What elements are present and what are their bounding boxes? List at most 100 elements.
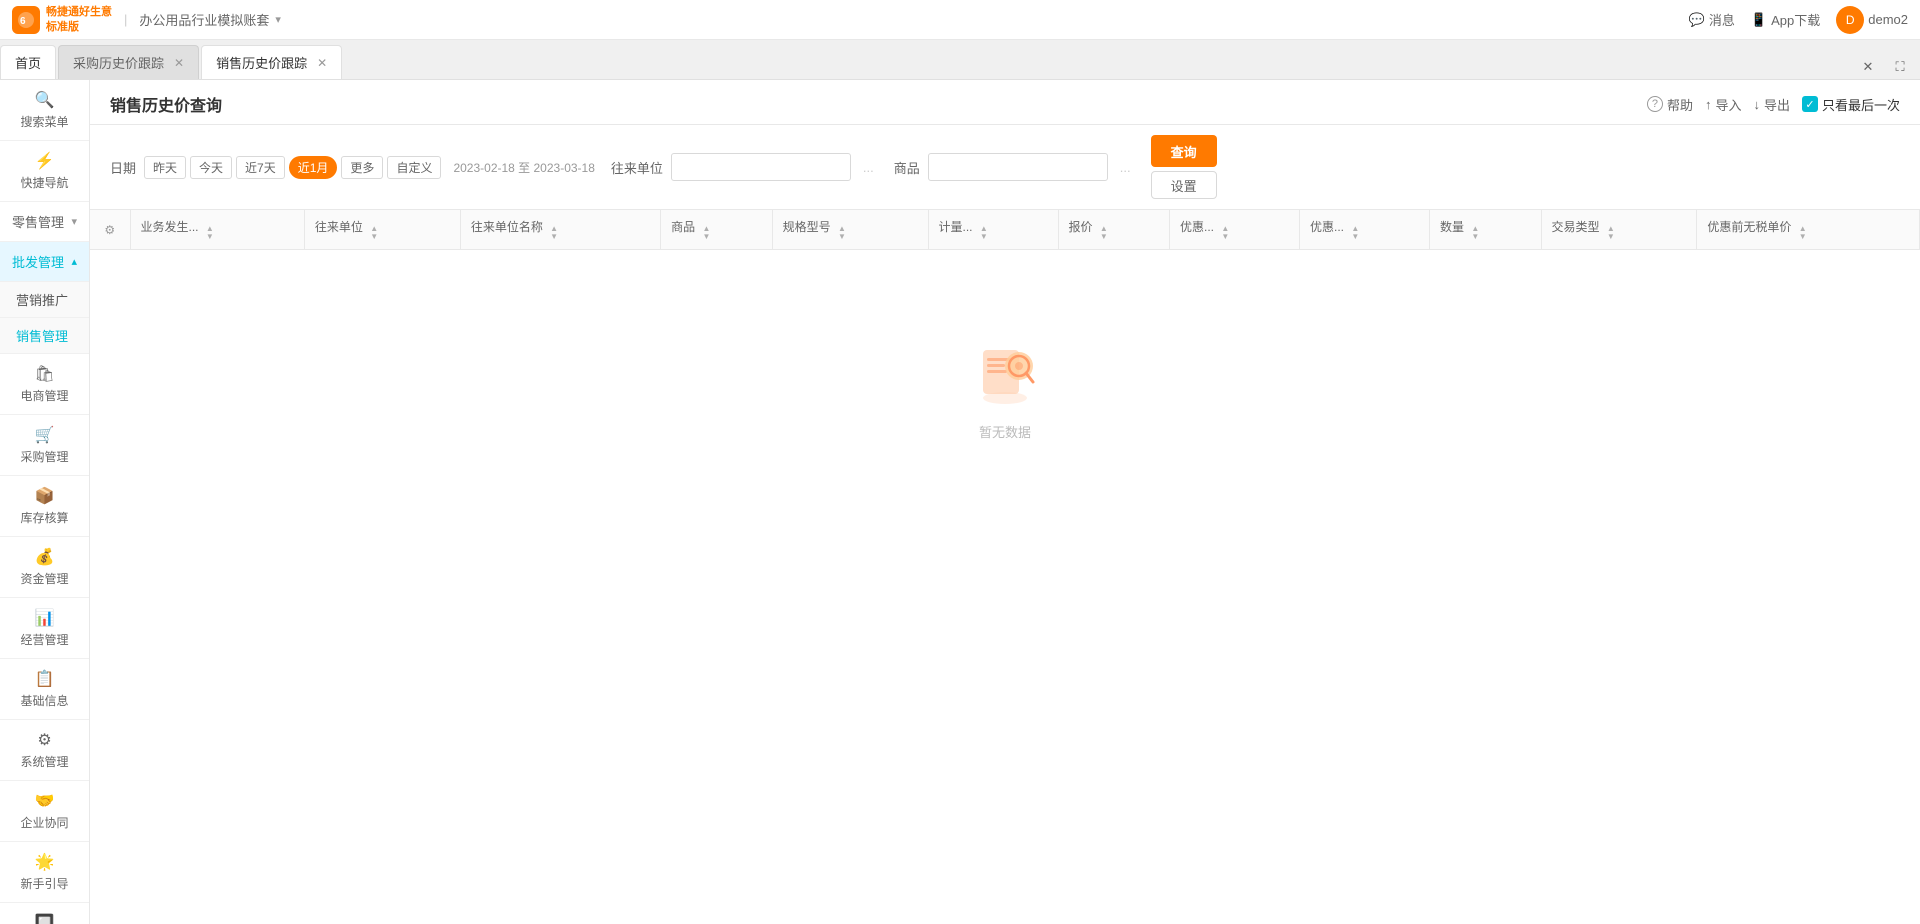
- export-btn[interactable]: ↓ 导出: [1753, 95, 1790, 114]
- svg-text:6: 6: [20, 16, 26, 27]
- col-discount1[interactable]: 优惠... ▲▼: [1170, 210, 1300, 250]
- sidebar-item-ecommerce[interactable]: 🛍 电商管理: [0, 354, 89, 415]
- date-btn-yesterday[interactable]: 昨天: [144, 156, 186, 179]
- col-discount2[interactable]: 优惠... ▲▼: [1300, 210, 1430, 250]
- sidebar-item-retail-mgmt[interactable]: 零售管理 ▾: [0, 202, 89, 242]
- maximize-btn[interactable]: ⛶: [1888, 55, 1912, 79]
- tab-purchase-history[interactable]: 采购历史价跟踪 ✕: [58, 45, 199, 79]
- sidebar-item-inventory[interactable]: 📦 库存核算: [0, 476, 89, 537]
- col-product-label: 商品: [671, 220, 695, 234]
- app-title: 办公用品行业模拟账套: [139, 10, 269, 29]
- app-title-area[interactable]: 办公用品行业模拟账套 ▾: [139, 10, 281, 29]
- date-buttons: 昨天 今天 近7天 近1月 更多 自定义: [144, 156, 441, 179]
- tab-purchase-history-close[interactable]: ✕: [174, 56, 184, 70]
- date-btn-custom[interactable]: 自定义: [387, 156, 441, 179]
- product-dots-btn[interactable]: ...: [1116, 160, 1135, 175]
- sidebar-item-enterprise-cooperation[interactable]: 🤝 企业协同: [0, 781, 89, 842]
- page-title: 销售历史价查询: [110, 92, 222, 116]
- top-bar-right: 💬 消息 📱 App下载 D demo2: [1689, 6, 1908, 34]
- sidebar-item-app-center[interactable]: 🔲 应用中心: [0, 903, 89, 924]
- col-price[interactable]: 报价 ▲▼: [1058, 210, 1170, 250]
- purchase-mgmt-icon: 🛒: [35, 425, 55, 445]
- app-download-icon: 📱: [1751, 12, 1767, 28]
- col-product-sort: ▲▼: [702, 225, 710, 241]
- help-btn[interactable]: ? 帮助: [1647, 95, 1693, 114]
- app-download-btn[interactable]: 📱 App下载: [1751, 10, 1820, 29]
- ecommerce-label: 电商管理: [20, 387, 68, 404]
- page-header-actions: ? 帮助 ↑ 导入 ↓ 导出 ✓ 只看最后一次: [1647, 95, 1900, 114]
- user-profile-btn[interactable]: D demo2: [1836, 6, 1908, 34]
- col-partner-name-sort: ▲▼: [550, 225, 558, 241]
- enterprise-cooperation-icon: 🤝: [35, 791, 55, 811]
- query-btn[interactable]: 查询: [1151, 135, 1217, 167]
- message-btn[interactable]: 💬 消息: [1689, 10, 1735, 29]
- product-input[interactable]: [928, 153, 1108, 181]
- col-unit[interactable]: 计量... ▲▼: [928, 210, 1058, 250]
- tab-sales-history[interactable]: 销售历史价跟踪 ✕: [201, 45, 342, 79]
- empty-state: 暂无数据: [90, 250, 1920, 521]
- sidebar-item-sales-mgmt[interactable]: 销售管理: [0, 318, 89, 354]
- sidebar-item-finance-mgmt[interactable]: 💰 资金管理: [0, 537, 89, 598]
- filter-settings-btn[interactable]: 设置: [1151, 171, 1217, 199]
- sidebar-item-new-guide[interactable]: 🌟 新手引导: [0, 842, 89, 903]
- product-label: 商品: [894, 158, 920, 177]
- operations-mgmt-icon: 📊: [35, 608, 55, 628]
- close-all-tabs-btn[interactable]: ✕: [1856, 55, 1880, 79]
- col-pre-tax-price-sort: ▲▼: [1799, 225, 1807, 241]
- wholesale-mgmt-expand-icon: ▴: [71, 255, 77, 268]
- col-unit-sort: ▲▼: [980, 225, 988, 241]
- col-spec[interactable]: 规格型号 ▲▼: [772, 210, 928, 250]
- sidebar-item-marketing[interactable]: 营销推广: [0, 282, 89, 318]
- col-discount2-sort: ▲▼: [1351, 225, 1359, 241]
- sidebar-item-system-mgmt[interactable]: ⚙ 系统管理: [0, 720, 89, 781]
- tab-home[interactable]: 首页: [0, 45, 56, 79]
- empty-icon: [965, 330, 1045, 410]
- sidebar-item-search-menu[interactable]: 🔍 搜索菜单: [0, 80, 89, 141]
- checkbox-checked-icon: ✓: [1802, 96, 1818, 112]
- date-btn-today[interactable]: 今天: [190, 156, 232, 179]
- col-partner-code-label: 往来单位: [315, 220, 363, 234]
- help-label: 帮助: [1667, 95, 1693, 114]
- col-partner-code-sort: ▲▼: [370, 225, 378, 241]
- col-biz-date[interactable]: 业务发生... ▲▼: [130, 210, 304, 250]
- date-btn-more[interactable]: 更多: [341, 156, 383, 179]
- tab-sales-history-close[interactable]: ✕: [317, 56, 327, 70]
- product-filter: 商品 ...: [894, 153, 1135, 181]
- import-icon: ↑: [1705, 97, 1712, 112]
- partner-input[interactable]: [671, 153, 851, 181]
- wholesale-mgmt-group: 营销推广 销售管理: [0, 282, 89, 354]
- sidebar-item-quick-nav[interactable]: ⚡ 快捷导航: [0, 141, 89, 202]
- retail-mgmt-label: 零售管理: [12, 212, 64, 231]
- new-guide-icon: 🌟: [35, 852, 55, 872]
- col-settings-icon[interactable]: ⚙: [104, 223, 115, 237]
- sales-mgmt-label: 销售管理: [16, 326, 68, 345]
- import-btn[interactable]: ↑ 导入: [1705, 95, 1742, 114]
- sidebar-item-purchase-mgmt[interactable]: 🛒 采购管理: [0, 415, 89, 476]
- sidebar-item-basic-info[interactable]: 📋 基础信息: [0, 659, 89, 720]
- filter-row: 日期 昨天 今天 近7天 近1月 更多 自定义 2023-02-18 至 202…: [110, 135, 1900, 199]
- col-product[interactable]: 商品 ▲▼: [661, 210, 773, 250]
- quick-nav-label: 快捷导航: [20, 174, 68, 191]
- partner-dots-btn[interactable]: ...: [859, 160, 878, 175]
- sidebar-item-operations-mgmt[interactable]: 📊 经营管理: [0, 598, 89, 659]
- tab-purchase-history-label: 采购历史价跟踪: [73, 53, 164, 72]
- basic-info-icon: 📋: [35, 669, 55, 689]
- col-pre-tax-price[interactable]: 优惠前无税单价 ▲▼: [1697, 210, 1920, 250]
- col-qty[interactable]: 数量 ▲▼: [1430, 210, 1542, 250]
- system-mgmt-icon: ⚙: [37, 730, 51, 750]
- finance-mgmt-label: 资金管理: [20, 570, 68, 587]
- col-pre-tax-price-label: 优惠前无税单价: [1707, 220, 1791, 234]
- date-btn-7days[interactable]: 近7天: [236, 156, 285, 179]
- col-trade-type[interactable]: 交易类型 ▲▼: [1541, 210, 1697, 250]
- app-dropdown-arrow[interactable]: ▾: [275, 13, 281, 26]
- search-menu-label: 搜索菜单: [20, 113, 68, 130]
- logo-icon: 6: [12, 6, 40, 34]
- sidebar-item-wholesale-mgmt[interactable]: 批发管理 ▴: [0, 242, 89, 282]
- date-btn-1month[interactable]: 近1月: [289, 156, 338, 179]
- col-partner-code[interactable]: 往来单位 ▲▼: [304, 210, 460, 250]
- empty-text: 暂无数据: [979, 422, 1031, 441]
- page-header: 销售历史价查询 ? 帮助 ↑ 导入 ↓ 导出 ✓ 只看最后一次: [90, 80, 1920, 125]
- only-last-checkbox[interactable]: ✓ 只看最后一次: [1802, 95, 1900, 114]
- col-partner-name[interactable]: 往来单位名称 ▲▼: [460, 210, 660, 250]
- marketing-label: 营销推广: [16, 290, 68, 309]
